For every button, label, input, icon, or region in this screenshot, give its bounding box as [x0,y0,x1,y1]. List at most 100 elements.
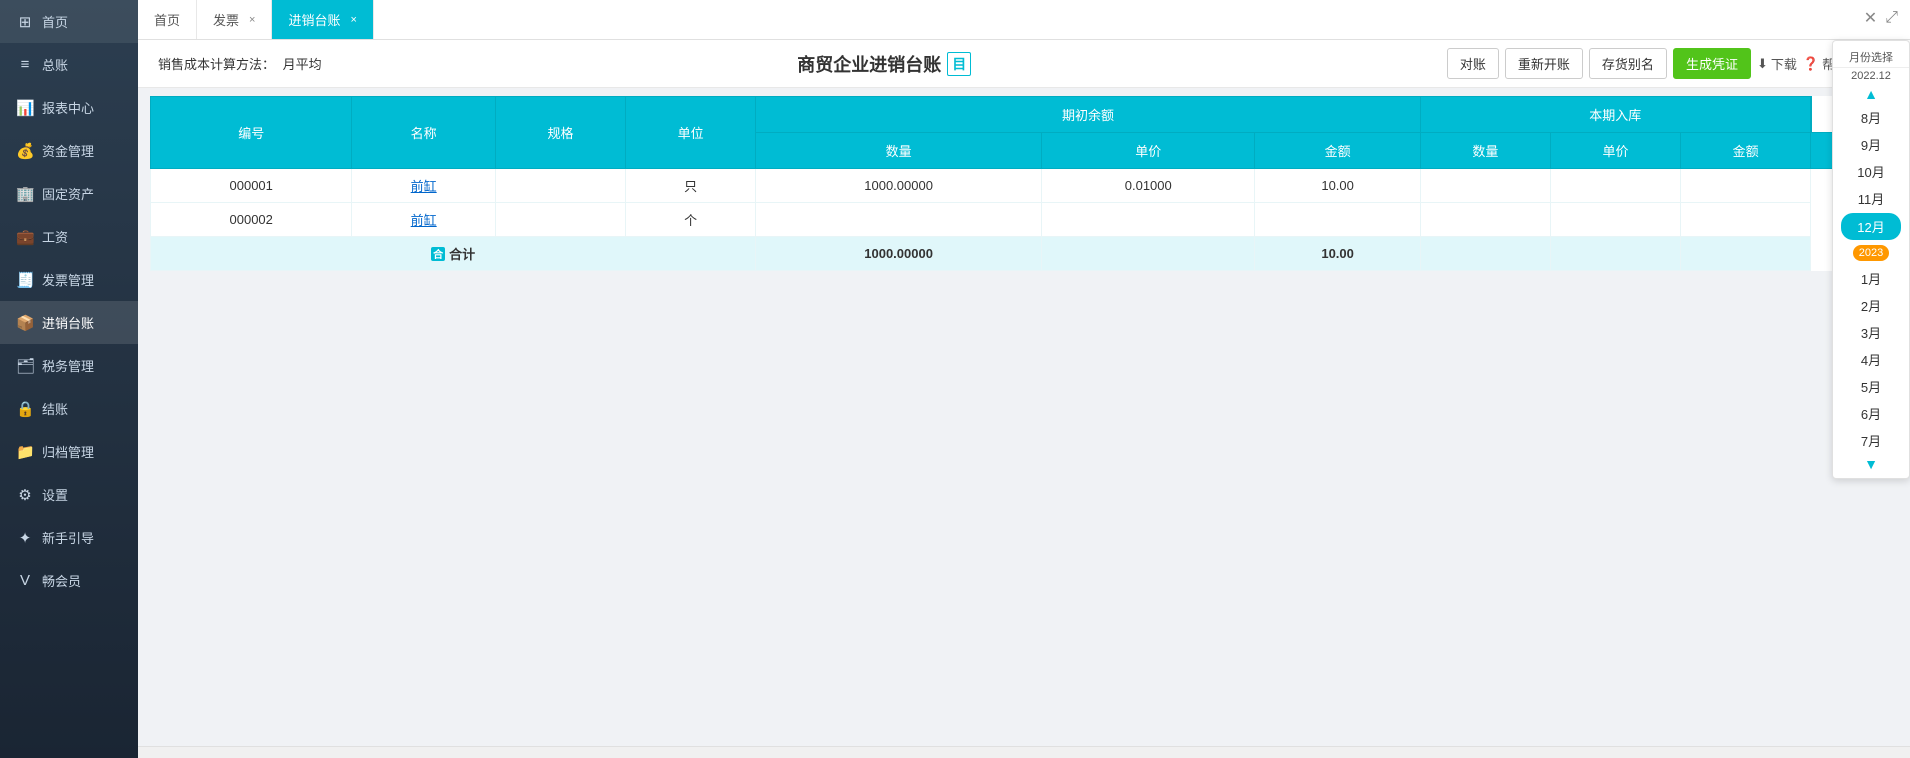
total-open-qty: 1000.00000 [756,237,1042,271]
sidebar-label-reports: 报表中心 [42,98,94,117]
month-item-2[interactable]: 2月 [1833,292,1909,319]
month-item-1[interactable]: 1月 [1833,265,1909,292]
sidebar-item-archive[interactable]: 📁 归档管理 [0,430,138,473]
month-panel-year-2022: 2022.12 [1833,68,1909,84]
tab-invoice-close[interactable]: × [249,14,255,26]
total-open-price [1042,237,1255,271]
sidebar-item-assets[interactable]: 🏢 固定资产 [0,172,138,215]
col-header-unit: 单位 [626,97,756,169]
month-item-11[interactable]: 11月 [1833,185,1909,212]
month-item-12-active[interactable]: 12月 [1841,213,1901,240]
sidebar-item-ledger[interactable]: ≡ 总账 [0,43,138,86]
tab-inventory[interactable]: 进销台账 × [272,0,373,39]
cell-in-price-1 [1550,169,1680,203]
sidebar-item-salary[interactable]: 💼 工资 [0,215,138,258]
bottom-scrollbar[interactable] [138,746,1910,758]
cell-name-2: 前缸 [352,203,495,237]
col-header-open-price: 单价 [1042,133,1255,169]
sidebar-item-settings[interactable]: ⚙ 设置 [0,473,138,516]
window-controls: ✕ ⤢ [1864,8,1898,28]
inventory-table: 编号 名称 规格 单位 期初余额 本期入库 数量 单价 金额 数量 单价 金额 … [150,96,1898,271]
col-header-name: 名称 [352,97,495,169]
download-label: 下载 [1771,54,1797,73]
month-item-5[interactable]: 5月 [1833,373,1909,400]
sidebar-item-close[interactable]: 🔒 结账 [0,387,138,430]
page-title-text: 商贸企业进销台账 [797,51,941,77]
col-header-opening: 期初余额 [756,97,1421,133]
window-close-button[interactable]: ✕ [1864,8,1877,28]
col-header-open-amount: 金额 [1255,133,1420,169]
sidebar-label-salary: 工资 [42,227,68,246]
month-item-7[interactable]: 7月 [1833,427,1909,454]
sidebar-label-guide: 新手引导 [42,528,94,547]
sidebar-label-ledger: 总账 [42,55,68,74]
page-title-icon[interactable]: 目 [947,52,971,76]
year-2023-row: 2023 [1833,241,1909,265]
table-row[interactable]: 000001 前缸 只 1000.00000 0.01000 10.00 [151,169,1898,203]
sidebar: ⊞ 首页 ≡ 总账 📊 报表中心 💰 资金管理 🏢 固定资产 💼 工资 🧾 发票… [0,0,138,758]
cost-method-value: 月平均 [283,57,322,72]
total-label-cell: 合 合计 [151,237,756,271]
cell-open-price-2 [1042,203,1255,237]
window-maximize-button[interactable]: ⤢ [1885,8,1898,28]
sidebar-label-assets: 固定资产 [42,184,94,203]
assets-icon: 🏢 [16,185,34,203]
cell-open-amount-2 [1255,203,1420,237]
page-header: 销售成本计算方法： 月平均 商贸企业进销台账 目 对账 重新开账 存货别名 生成… [138,40,1910,88]
sidebar-item-guide[interactable]: ✦ 新手引导 [0,516,138,559]
sidebar-item-tax[interactable]: 🗂 税务管理 [0,344,138,387]
tab-invoice-label: 发票 [213,10,239,29]
month-item-4[interactable]: 4月 [1833,346,1909,373]
guide-icon: ✦ [16,529,34,547]
tab-inventory-label: 进销台账 [288,10,340,29]
cell-in-qty-1 [1420,169,1550,203]
tax-icon: 🗂 [16,357,34,375]
month-item-8[interactable]: 8月 [1833,104,1909,131]
col-header-in-amount: 金额 [1681,133,1811,169]
month-panel-nav-down: ▼ [1833,454,1909,474]
save-alias-button[interactable]: 存货别名 [1589,48,1667,79]
finance-icon: 💰 [16,142,34,160]
sidebar-item-home[interactable]: ⊞ 首页 [0,0,138,43]
sidebar-item-reports[interactable]: 📊 报表中心 [0,86,138,129]
col-header-inbound: 本期入库 [1420,97,1810,133]
month-item-3[interactable]: 3月 [1833,319,1909,346]
month-nav-down-button[interactable]: ▼ [1860,456,1882,472]
tab-home-label: 首页 [154,10,180,29]
month-panel: 月份选择 2022.12 ▲ 8月 9月 10月 11月 12月 2023 1月… [1832,40,1910,479]
cell-spec-1 [495,169,625,203]
cell-unit-2: 个 [626,203,756,237]
reconcile-button[interactable]: 对账 [1447,48,1499,79]
cell-open-qty-2 [756,203,1042,237]
download-button[interactable]: ⬇ 下载 [1757,54,1797,73]
col-header-in-qty: 数量 [1420,133,1550,169]
cell-open-amount-1: 10.00 [1255,169,1420,203]
cell-in-price-2 [1550,203,1680,237]
table-container[interactable]: 编号 名称 规格 单位 期初余额 本期入库 数量 单价 金额 数量 单价 金额 … [138,88,1910,746]
month-nav-up-button[interactable]: ▲ [1860,86,1882,102]
month-item-9[interactable]: 9月 [1833,131,1909,158]
cell-no-1: 000001 [151,169,352,203]
reports-icon: 📊 [16,99,34,117]
tab-invoice[interactable]: 发票 × [197,0,272,39]
ledger-icon: ≡ [16,56,34,73]
sidebar-item-inventory[interactable]: 📦 进销台账 [0,301,138,344]
month-panel-nav-up: ▲ [1833,84,1909,104]
cell-unit-1: 只 [626,169,756,203]
sidebar-item-member[interactable]: V 畅会员 [0,559,138,602]
sidebar-item-finance[interactable]: 💰 资金管理 [0,129,138,172]
col-header-in-price: 单价 [1550,133,1680,169]
tab-inventory-close[interactable]: × [350,14,356,26]
home-icon: ⊞ [16,13,34,31]
month-item-6[interactable]: 6月 [1833,400,1909,427]
reopen-button[interactable]: 重新开账 [1505,48,1583,79]
cell-spec-2 [495,203,625,237]
col-header-no: 编号 [151,97,352,169]
table-row[interactable]: 000002 前缸 个 [151,203,1898,237]
month-item-10[interactable]: 10月 [1833,158,1909,185]
toolbar: 对账 重新开账 存货别名 生成凭证 ⬇ 下载 ❓ 帮助 ↻ 刷新 [1447,48,1894,79]
tab-home[interactable]: 首页 [138,0,197,39]
sidebar-item-invoice-mgmt[interactable]: 🧾 发票管理 [0,258,138,301]
invoice-mgmt-icon: 🧾 [16,271,34,289]
generate-voucher-button[interactable]: 生成凭证 [1673,48,1751,79]
